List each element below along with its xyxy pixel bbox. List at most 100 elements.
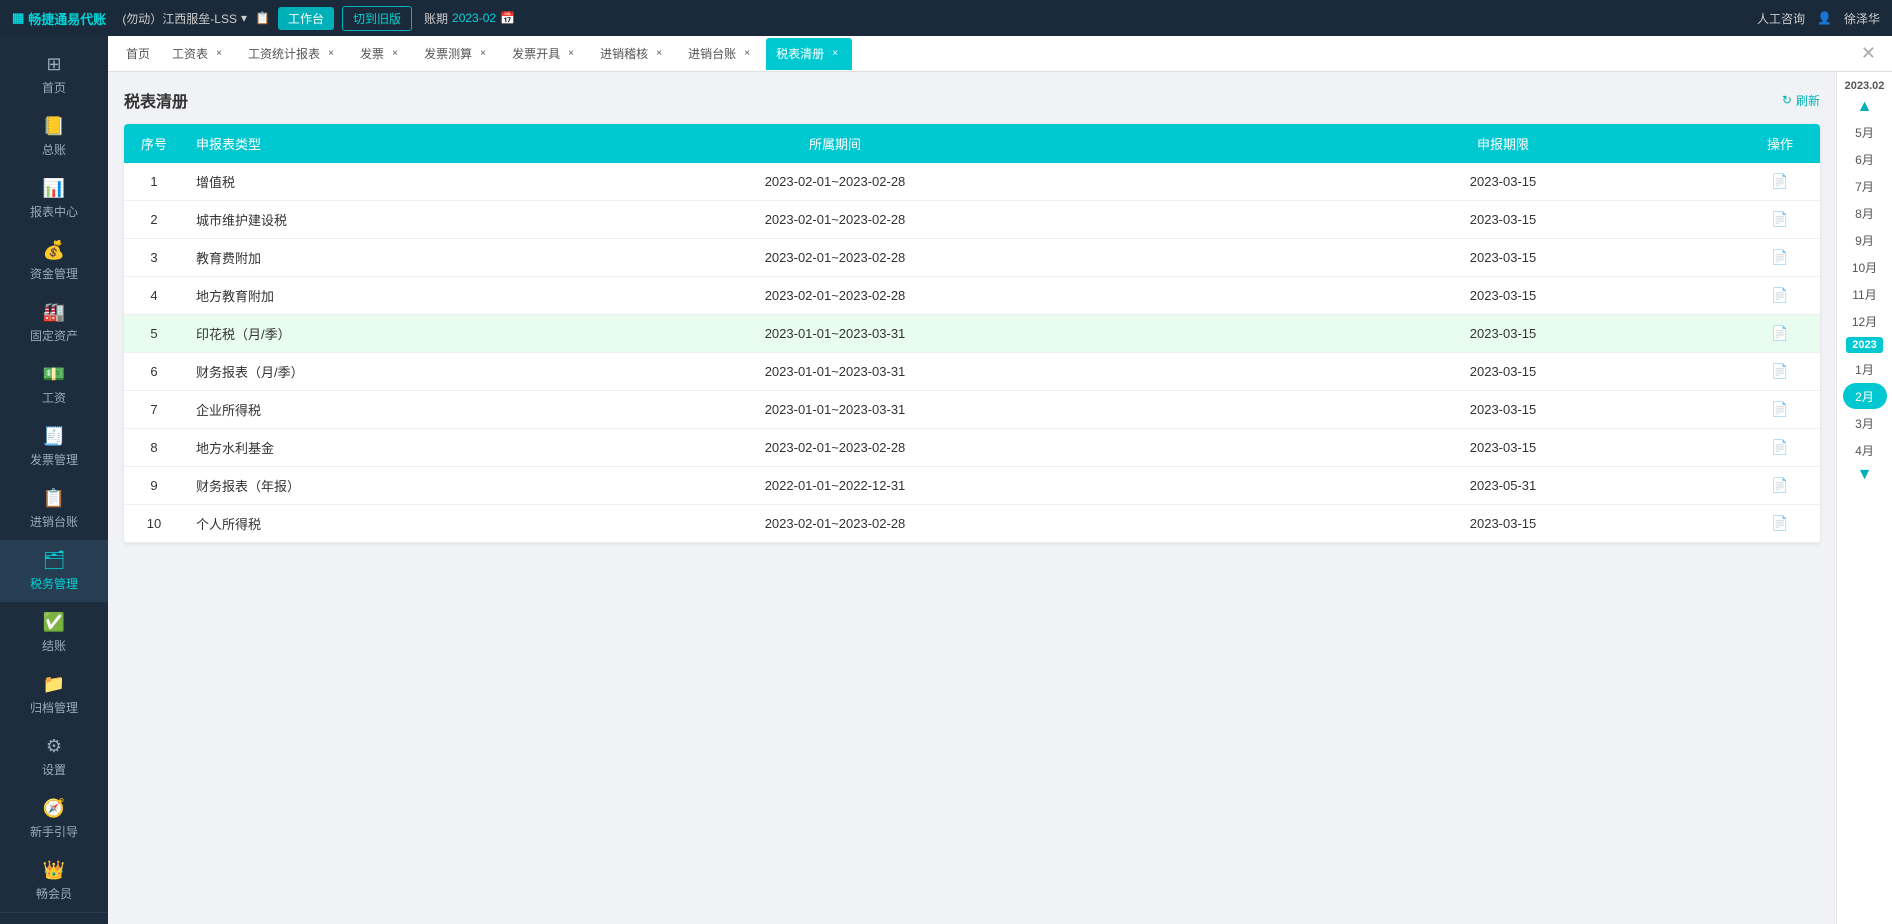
- sidebar-item-settlement[interactable]: ✅ 结账: [0, 602, 108, 664]
- calendar-month[interactable]: 10月: [1843, 254, 1887, 280]
- cell-deadline: 2023-03-15: [1266, 353, 1740, 391]
- row-action-icon[interactable]: 📄: [1771, 249, 1788, 265]
- company-selector[interactable]: (勿动）江西服垒-LSS ▾ 📋: [122, 10, 270, 27]
- calendar-month[interactable]: 9月: [1843, 227, 1887, 253]
- calendar-month[interactable]: 2月: [1843, 383, 1887, 409]
- col-action: 操作: [1740, 124, 1820, 163]
- username-label[interactable]: 徐泽华: [1844, 10, 1880, 27]
- sidebar-item-invoice-mgmt[interactable]: 🧾 发票管理: [0, 416, 108, 478]
- sidebar-item-ledger[interactable]: 📒 总账: [0, 106, 108, 168]
- tab-in-audit[interactable]: 进销稽核 ×: [590, 38, 676, 70]
- row-action-icon[interactable]: 📄: [1771, 173, 1788, 189]
- sidebar-item-home[interactable]: ⊞ 首页: [0, 44, 108, 106]
- table-row: 7 企业所得税 2023-01-01~2023-03-31 2023-03-15…: [124, 391, 1820, 429]
- close-tab-payroll[interactable]: ×: [212, 47, 226, 61]
- calendar-month[interactable]: 7月: [1843, 173, 1887, 199]
- sidebar-item-member[interactable]: 👑 畅会员: [0, 850, 108, 912]
- cell-deadline: 2023-03-15: [1266, 505, 1740, 543]
- settlement-icon: ✅: [43, 612, 65, 633]
- close-tab-tax-clearance[interactable]: ×: [828, 47, 842, 61]
- reports-icon: 📊: [43, 178, 65, 199]
- home-icon: ⊞: [46, 54, 61, 75]
- close-tab-invoice-open[interactable]: ×: [564, 47, 578, 61]
- cell-no: 10: [124, 505, 184, 543]
- table-row: 8 地方水利基金 2023-02-01~2023-02-28 2023-03-1…: [124, 429, 1820, 467]
- cell-period: 2023-02-01~2023-02-28: [404, 163, 1266, 201]
- sidebar-bottom: 📌 取消固定: [0, 912, 108, 924]
- table-header-row: 序号 申报表类型 所属期间 申报期限 操作: [124, 124, 1820, 163]
- cell-type: 地方水利基金: [184, 429, 404, 467]
- row-action-icon[interactable]: 📄: [1771, 287, 1788, 303]
- row-action-icon[interactable]: 📄: [1771, 515, 1788, 531]
- cell-action: 📄: [1740, 505, 1820, 543]
- cell-deadline: 2023-03-15: [1266, 277, 1740, 315]
- close-tab-invoice[interactable]: ×: [388, 47, 402, 61]
- sidebar-item-reports[interactable]: 📊 报表中心: [0, 168, 108, 230]
- refresh-button[interactable]: ↻ 刷新: [1782, 92, 1820, 109]
- cell-action: 📄: [1740, 239, 1820, 277]
- calendar-month[interactable]: 4月: [1843, 437, 1887, 463]
- cell-action: 📄: [1740, 429, 1820, 467]
- tab-invoice-calc[interactable]: 发票测算 ×: [414, 38, 500, 70]
- row-action-icon[interactable]: 📄: [1771, 477, 1788, 493]
- table-row: 3 教育费附加 2023-02-01~2023-02-28 2023-03-15…: [124, 239, 1820, 277]
- guide-icon: 🧭: [43, 798, 65, 819]
- page-title: 税表清册: [124, 88, 188, 112]
- ledger-icon: 📒: [43, 116, 65, 137]
- calendar-prev-btn[interactable]: ▲: [1843, 96, 1887, 118]
- content-area: 首页 工资表 × 工资统计报表 × 发票 × 发票测算 × 发票开具 ×: [108, 36, 1892, 924]
- calendar-current-year-badge: 2023: [1846, 337, 1882, 353]
- close-tab-in-ledger[interactable]: ×: [740, 47, 754, 61]
- col-no: 序号: [124, 124, 184, 163]
- calendar-month[interactable]: 1月: [1843, 356, 1887, 382]
- in-out-ledger-icon: 📋: [43, 488, 65, 509]
- tab-payroll[interactable]: 工资表 ×: [162, 38, 236, 70]
- row-action-icon[interactable]: 📄: [1771, 211, 1788, 227]
- tab-in-ledger[interactable]: 进销台账 ×: [678, 38, 764, 70]
- row-action-icon[interactable]: 📄: [1771, 363, 1788, 379]
- ai-consult-link[interactable]: 人工咨询: [1757, 10, 1805, 27]
- sidebar-item-archive[interactable]: 📁 归档管理: [0, 664, 108, 726]
- salary-icon: 💵: [43, 364, 65, 385]
- page-header: 税表清册 ↻ 刷新: [124, 88, 1820, 112]
- close-tab-invoice-calc[interactable]: ×: [476, 47, 490, 61]
- calendar-month[interactable]: 12月: [1843, 308, 1887, 334]
- tab-tax-clearance[interactable]: 税表清册 ×: [766, 38, 852, 70]
- sidebar-item-capital[interactable]: 💰 资金管理: [0, 230, 108, 292]
- calendar-month[interactable]: 11月: [1843, 281, 1887, 307]
- sidebar-item-salary[interactable]: 💵 工资: [0, 354, 108, 416]
- calendar-next-btn[interactable]: ▼: [1843, 464, 1887, 486]
- cell-type: 印花税（月/季）: [184, 315, 404, 353]
- sidebar-item-tax-mgmt[interactable]: 🗂 税务管理: [0, 540, 108, 602]
- fixed-assets-icon: 🏭: [43, 302, 65, 323]
- cell-type: 教育费附加: [184, 239, 404, 277]
- table-row: 5 印花税（月/季） 2023-01-01~2023-03-31 2023-03…: [124, 315, 1820, 353]
- tab-home[interactable]: 首页: [116, 38, 160, 70]
- row-action-icon[interactable]: 📄: [1771, 401, 1788, 417]
- cell-type: 城市维护建设税: [184, 201, 404, 239]
- tab-invoice[interactable]: 发票 ×: [350, 38, 412, 70]
- row-action-icon[interactable]: 📄: [1771, 325, 1788, 341]
- tab-payroll-report[interactable]: 工资统计报表 ×: [238, 38, 348, 70]
- sidebar-item-settings[interactable]: ⚙ 设置: [0, 726, 108, 788]
- sidebar-item-fixed-assets[interactable]: 🏭 固定资产: [0, 292, 108, 354]
- switch-old-button[interactable]: 切到旧版: [342, 6, 412, 31]
- tab-invoice-open[interactable]: 发票开具 ×: [502, 38, 588, 70]
- calendar-month[interactable]: 6月: [1843, 146, 1887, 172]
- cell-type: 增值税: [184, 163, 404, 201]
- sidebar-item-in-out-ledger[interactable]: 📋 进销台账: [0, 478, 108, 540]
- close-tab-in-audit[interactable]: ×: [652, 47, 666, 61]
- cell-period: 2023-01-01~2023-03-31: [404, 315, 1266, 353]
- workbench-button[interactable]: 工作台: [278, 7, 334, 30]
- calendar-month[interactable]: 3月: [1843, 410, 1887, 436]
- sidebar-item-guide[interactable]: 🧭 新手引导: [0, 788, 108, 850]
- close-all-tabs-btn[interactable]: ✕: [1853, 43, 1884, 64]
- cell-action: 📄: [1740, 315, 1820, 353]
- row-action-icon[interactable]: 📄: [1771, 439, 1788, 455]
- tax-mgmt-icon: 🗂: [43, 550, 66, 571]
- calendar-month[interactable]: 8月: [1843, 200, 1887, 226]
- capital-icon: 💰: [43, 240, 65, 261]
- close-tab-payroll-report[interactable]: ×: [324, 47, 338, 61]
- cell-no: 4: [124, 277, 184, 315]
- calendar-month[interactable]: 5月: [1843, 119, 1887, 145]
